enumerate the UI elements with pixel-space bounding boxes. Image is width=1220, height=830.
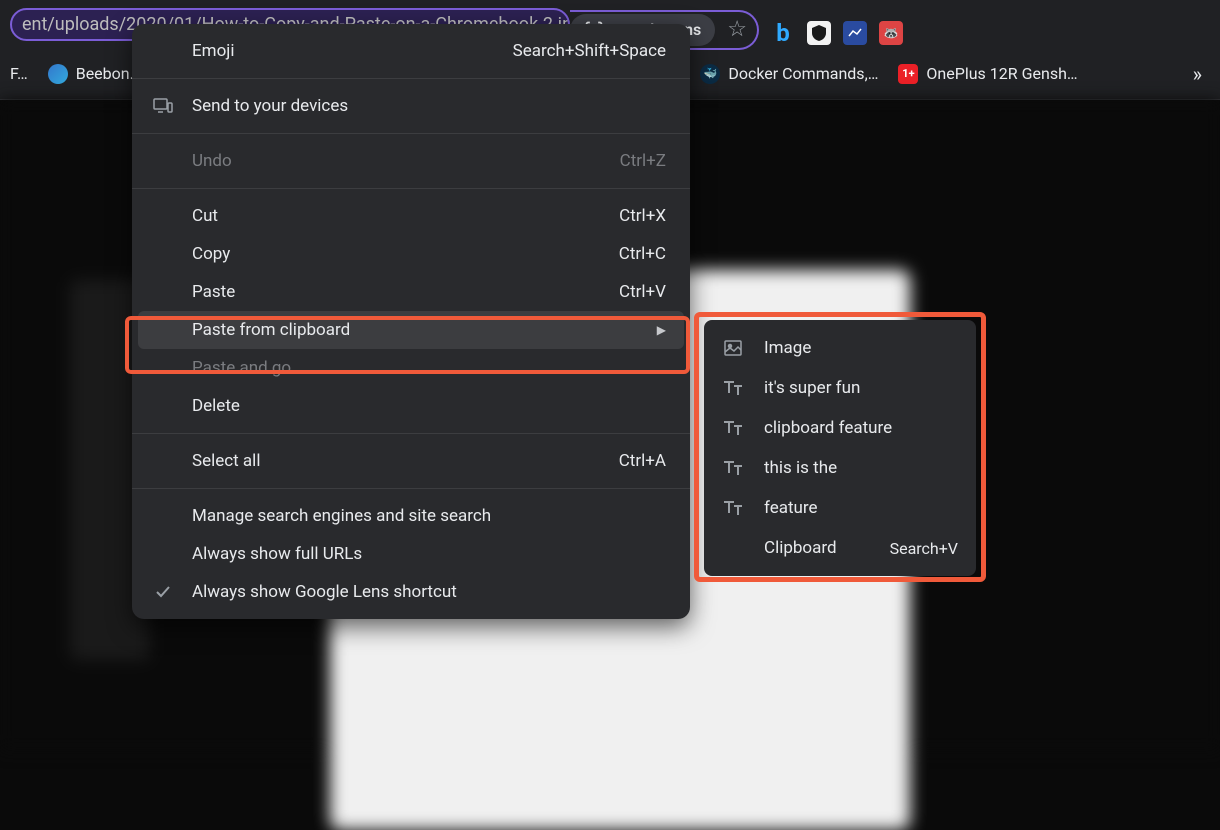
- site-icon: [48, 64, 68, 84]
- context-menu: Emoji Search+Shift+Space Send to your de…: [132, 24, 690, 619]
- menu-delete[interactable]: Delete: [132, 387, 690, 425]
- chevron-right-icon: ▶: [657, 323, 666, 337]
- menu-paste-and-go: Paste and go: [132, 349, 690, 387]
- bookmark-star-icon[interactable]: ☆: [727, 17, 747, 42]
- menu-separator: [132, 133, 690, 134]
- menu-copy[interactable]: Copy Ctrl+C: [132, 235, 690, 273]
- bookmark-item[interactable]: Beebon…: [48, 64, 141, 84]
- delete-label: Delete: [192, 396, 240, 416]
- shortcut-text: Ctrl+V: [619, 282, 666, 302]
- menu-separator: [132, 488, 690, 489]
- paste-go-label: Paste and go: [192, 358, 291, 378]
- image-icon: [722, 337, 744, 359]
- clipboard-item-text[interactable]: clipboard feature: [704, 408, 976, 448]
- paste-clipboard-label: Paste from clipboard: [192, 320, 350, 340]
- menu-lens-shortcut[interactable]: Always show Google Lens shortcut: [132, 573, 690, 611]
- menu-select-all[interactable]: Select all Ctrl+A: [132, 442, 690, 480]
- select-all-label: Select all: [192, 451, 260, 471]
- bookmark-item[interactable]: 🐳 Docker Commands,…: [700, 64, 878, 84]
- shield-extension-icon[interactable]: [807, 21, 831, 45]
- clipboard-item-label: clipboard feature: [764, 418, 892, 438]
- bing-extension-icon[interactable]: b: [771, 21, 795, 45]
- bookmark-label: OnePlus 12R Gensh…: [926, 64, 1077, 83]
- bookmark-label: Docker Commands,…: [728, 64, 878, 83]
- bookmark-label: F…: [10, 64, 28, 83]
- menu-separator: [132, 78, 690, 79]
- menu-separator: [132, 188, 690, 189]
- shortcut-text: Ctrl+Z: [620, 151, 666, 171]
- clipboard-item-label: Image: [764, 338, 811, 358]
- clipboard-item-text[interactable]: it's super fun: [704, 368, 976, 408]
- bookmark-item[interactable]: 1+ OnePlus 12R Gensh…: [898, 64, 1077, 84]
- text-icon: [722, 457, 744, 479]
- menu-full-urls[interactable]: Always show full URLs: [132, 535, 690, 573]
- clipboard-footer[interactable]: Clipboard Search+V: [704, 528, 976, 568]
- manage-search-label: Manage search engines and site search: [192, 506, 491, 526]
- shortcut-text: Ctrl+C: [619, 244, 666, 264]
- undo-label: Undo: [192, 151, 232, 171]
- clipboard-item-label: this is the: [764, 458, 837, 478]
- menu-undo: Undo Ctrl+Z: [132, 142, 690, 180]
- oneplus-icon: 1+: [898, 64, 918, 84]
- menu-separator: [132, 433, 690, 434]
- menu-cut[interactable]: Cut Ctrl+X: [132, 197, 690, 235]
- bookmark-item[interactable]: F…: [10, 64, 28, 83]
- shortcut-text: Search+V: [890, 539, 958, 558]
- clipboard-item-image[interactable]: Image: [704, 328, 976, 368]
- blank-icon: [722, 537, 744, 559]
- clipboard-item-text[interactable]: this is the: [704, 448, 976, 488]
- emoji-label: Emoji: [192, 41, 234, 61]
- clipboard-footer-label: Clipboard: [764, 538, 837, 558]
- bookmarks-overflow-icon[interactable]: »: [1185, 58, 1210, 90]
- shortcut-text: Ctrl+X: [619, 206, 666, 226]
- analytics-extension-icon[interactable]: [843, 21, 867, 45]
- bookmark-label: Beebon…: [76, 64, 141, 83]
- clipboard-item-label: it's super fun: [764, 378, 860, 398]
- menu-paste[interactable]: Paste Ctrl+V: [132, 273, 690, 311]
- devices-icon: [152, 95, 174, 117]
- send-devices-label: Send to your devices: [192, 96, 348, 116]
- menu-manage-search[interactable]: Manage search engines and site search: [132, 497, 690, 535]
- clipboard-submenu: Image it's super fun clipboard feature t…: [704, 320, 976, 576]
- shortcut-text: Ctrl+A: [619, 451, 666, 471]
- full-urls-label: Always show full URLs: [192, 544, 362, 564]
- text-icon: [722, 417, 744, 439]
- lens-shortcut-label: Always show Google Lens shortcut: [192, 582, 457, 602]
- clipboard-item-label: feature: [764, 498, 818, 518]
- cut-label: Cut: [192, 206, 218, 226]
- copy-label: Copy: [192, 244, 230, 264]
- paste-label: Paste: [192, 282, 235, 302]
- docker-icon: 🐳: [700, 64, 720, 84]
- clipboard-item-text[interactable]: feature: [704, 488, 976, 528]
- menu-emoji[interactable]: Emoji Search+Shift+Space: [132, 32, 690, 70]
- avatar-extension-icon[interactable]: 🦝: [879, 21, 903, 45]
- menu-send-to-devices[interactable]: Send to your devices: [132, 87, 690, 125]
- text-icon: [722, 497, 744, 519]
- check-icon: [152, 581, 174, 603]
- text-icon: [722, 377, 744, 399]
- menu-paste-from-clipboard[interactable]: Paste from clipboard ▶: [138, 311, 684, 349]
- shortcut-text: Search+Shift+Space: [513, 41, 666, 61]
